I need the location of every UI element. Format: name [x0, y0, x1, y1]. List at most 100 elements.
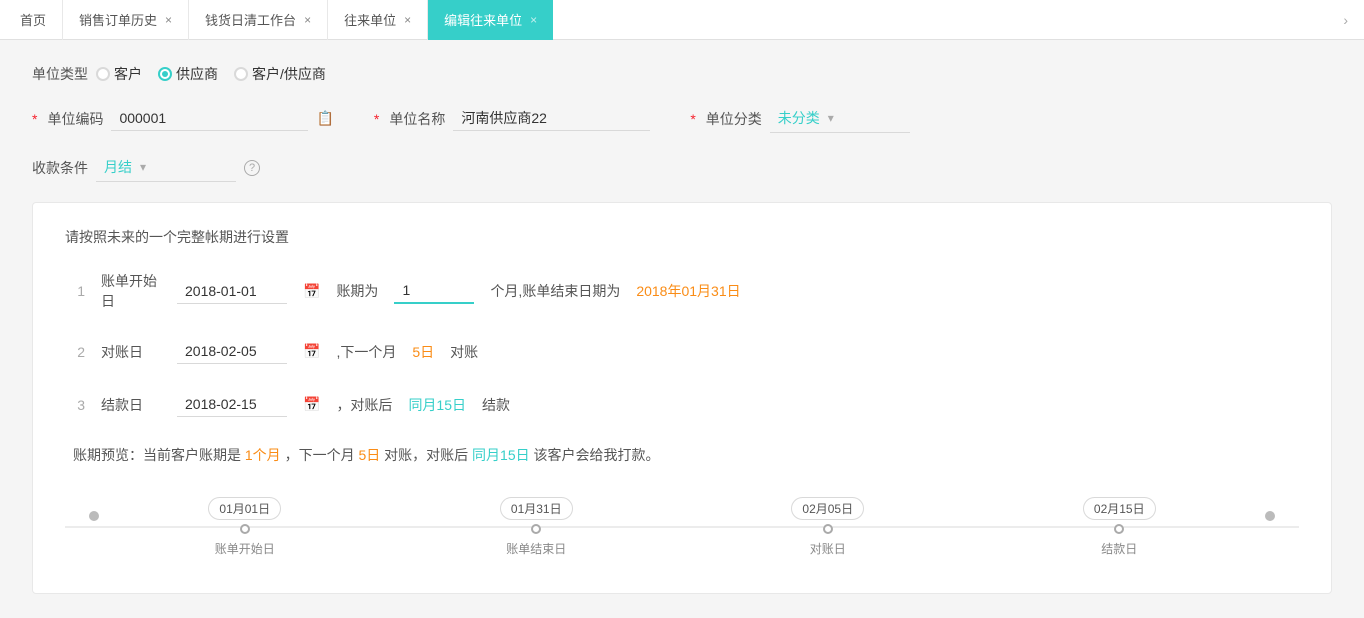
tab-cash-work-close[interactable]: ×	[304, 13, 311, 27]
timeline-start-dot	[89, 511, 99, 521]
code-required: *	[32, 111, 37, 127]
row3-desc-prefix: ，对账后	[336, 395, 392, 415]
payment-row: 收款条件 月结 ▾ ?	[32, 153, 1332, 182]
unit-category-select[interactable]: 未分类 ▾	[770, 104, 910, 133]
row3-desc-suffix: 结款	[482, 395, 510, 415]
row3-date-input[interactable]	[177, 392, 287, 417]
row3-num: 3	[65, 397, 85, 413]
timeline-point-1: 01月01日 账单开始日	[208, 497, 281, 557]
timeline-wrapper: 01月01日 账单开始日 01月31日 账单结束日 02月05日 对账日	[65, 485, 1299, 569]
row2-desc-suffix: 对账	[450, 342, 478, 362]
preview-prefix: 账期预览：当前客户账期是	[73, 447, 241, 463]
code-name-category-row: * 单位编码 📋 * 单位名称 * 单位分类 未分类 ▾	[32, 104, 1332, 133]
row2-highlight: 5日	[412, 342, 434, 362]
unit-category-field: * 单位分类 未分类 ▾	[690, 104, 909, 133]
preview-p1: 1个月	[245, 447, 281, 463]
page-content: 单位类型 客户 供应商 客户/供应商 * 单位编码	[0, 40, 1364, 618]
tab-edit-partner-close[interactable]: ×	[530, 13, 537, 27]
unit-name-field: * 单位名称	[374, 106, 650, 131]
tab-sales-history-close[interactable]: ×	[165, 13, 172, 27]
row1-date-input[interactable]	[177, 279, 287, 304]
row2-cal-icon[interactable]: 📅	[303, 343, 320, 360]
tab-edit-partner[interactable]: 编辑往来单位 ×	[428, 0, 553, 40]
timeline-label-1: 账单开始日	[215, 540, 275, 557]
timeline-end-dot	[1265, 511, 1275, 521]
payment-select[interactable]: 月结 ▾	[96, 153, 236, 182]
unit-type-row: 单位类型 客户 供应商 客户/供应商	[32, 64, 1332, 84]
info-box-title: 请按照未来的一个完整帐期进行设置	[65, 227, 1299, 247]
tab-partner[interactable]: 往来单位 ×	[328, 0, 428, 40]
setting-row-1: 1 账单开始日 📅 账期为 个月,账单结束日期为 2018年01月31日	[65, 271, 1299, 311]
unit-type-field: 单位类型 客户 供应商 客户/供应商	[32, 64, 326, 84]
setting-row-2: 2 对账日 📅 ,下一个月 5日 对账	[65, 339, 1299, 364]
row1-cal-icon[interactable]: 📅	[303, 283, 320, 300]
payment-field: 收款条件 月结 ▾ ?	[32, 153, 260, 182]
row1-period-input[interactable]	[394, 278, 474, 304]
tabs-scroll-arrow[interactable]: ›	[1335, 12, 1356, 28]
row1-label: 账单开始日	[101, 271, 161, 311]
timeline-point-2: 01月31日 账单结束日	[500, 497, 573, 557]
timeline-label-3: 对账日	[810, 540, 846, 557]
preview-p3: 同月15日	[472, 447, 530, 463]
code-copy-icon[interactable]: 📋	[316, 110, 333, 127]
payment-help-icon[interactable]: ?	[244, 160, 260, 176]
radio-customer-circle	[96, 67, 110, 81]
radio-customer[interactable]: 客户	[96, 64, 142, 84]
radio-both-circle	[234, 67, 248, 81]
preview-p2: 5日	[358, 447, 380, 463]
timeline-badge-4: 02月15日	[1083, 497, 1156, 520]
unit-type-label: 单位类型	[32, 64, 88, 84]
row2-label: 对账日	[101, 342, 161, 362]
radio-supplier[interactable]: 供应商	[158, 64, 218, 84]
row3-label: 结款日	[101, 395, 161, 415]
timeline-badge-3: 02月05日	[791, 497, 864, 520]
timeline-point-3: 02月05日 对账日	[791, 497, 864, 557]
timeline-dot-1	[240, 524, 250, 534]
unit-name-label: 单位名称	[389, 109, 445, 129]
timeline-label-2: 账单结束日	[506, 540, 566, 557]
settings-info-box: 请按照未来的一个完整帐期进行设置 1 账单开始日 📅 账期为 个月,账单结束日期…	[32, 202, 1332, 594]
preview-text: 账期预览：当前客户账期是 1个月 ，下一个月 5日 对账，对账后 同月15日 该…	[65, 445, 1299, 465]
radio-supplier-circle	[158, 67, 172, 81]
preview-sep1: ，下一个月	[285, 447, 355, 463]
row2-date-input[interactable]	[177, 339, 287, 364]
timeline-point-4: 02月15日 结款日	[1083, 497, 1156, 557]
unit-category-label: 单位分类	[706, 109, 762, 129]
timeline-badge-2: 01月31日	[500, 497, 573, 520]
timeline-row: 01月01日 账单开始日 01月31日 账单结束日 02月05日 对账日	[89, 497, 1275, 557]
row3-cal-icon[interactable]: 📅	[303, 396, 320, 413]
tab-home[interactable]: 首页	[8, 0, 63, 40]
row2-desc-prefix: ,下一个月	[336, 342, 396, 362]
unit-name-input[interactable]	[453, 106, 650, 131]
row1-period-prefix: 账期为	[336, 281, 378, 301]
tab-partner-close[interactable]: ×	[404, 13, 411, 27]
row2-num: 2	[65, 344, 85, 360]
unit-code-input[interactable]	[111, 106, 308, 131]
timeline-label-4: 结款日	[1101, 540, 1137, 557]
row3-highlight: 同月15日	[408, 395, 466, 415]
unit-code-field: * 单位编码 📋	[32, 106, 334, 131]
tab-cash-work[interactable]: 钱货日清工作台 ×	[189, 0, 328, 40]
timeline-dot-4	[1114, 524, 1124, 534]
row1-end-date: 2018年01月31日	[636, 281, 740, 301]
timeline-dot-2	[531, 524, 541, 534]
timeline-end-dot-wrapper	[1265, 511, 1275, 521]
row1-period-suffix: 个月,账单结束日期为	[490, 281, 620, 301]
unit-code-label: 单位编码	[47, 109, 103, 129]
radio-both[interactable]: 客户/供应商	[234, 64, 326, 84]
unit-type-radio-group: 客户 供应商 客户/供应商	[96, 64, 326, 84]
name-required: *	[374, 111, 379, 127]
payment-label: 收款条件	[32, 158, 88, 178]
category-required: *	[690, 111, 695, 127]
category-chevron-icon: ▾	[828, 111, 834, 125]
tab-sales-history[interactable]: 销售订单历史 ×	[63, 0, 189, 40]
row1-num: 1	[65, 283, 85, 299]
tabs-bar: 首页 销售订单历史 × 钱货日清工作台 × 往来单位 × 编辑往来单位 × ›	[0, 0, 1364, 40]
preview-sep2: 对账，对账后	[384, 447, 468, 463]
category-value: 未分类	[778, 108, 820, 128]
timeline-start-dot-wrapper	[89, 511, 99, 521]
timeline-dot-3	[823, 524, 833, 534]
timeline-badge-1: 01月01日	[208, 497, 281, 520]
payment-value: 月结	[104, 157, 132, 177]
preview-suffix: 该客户会给我打款。	[534, 447, 660, 463]
